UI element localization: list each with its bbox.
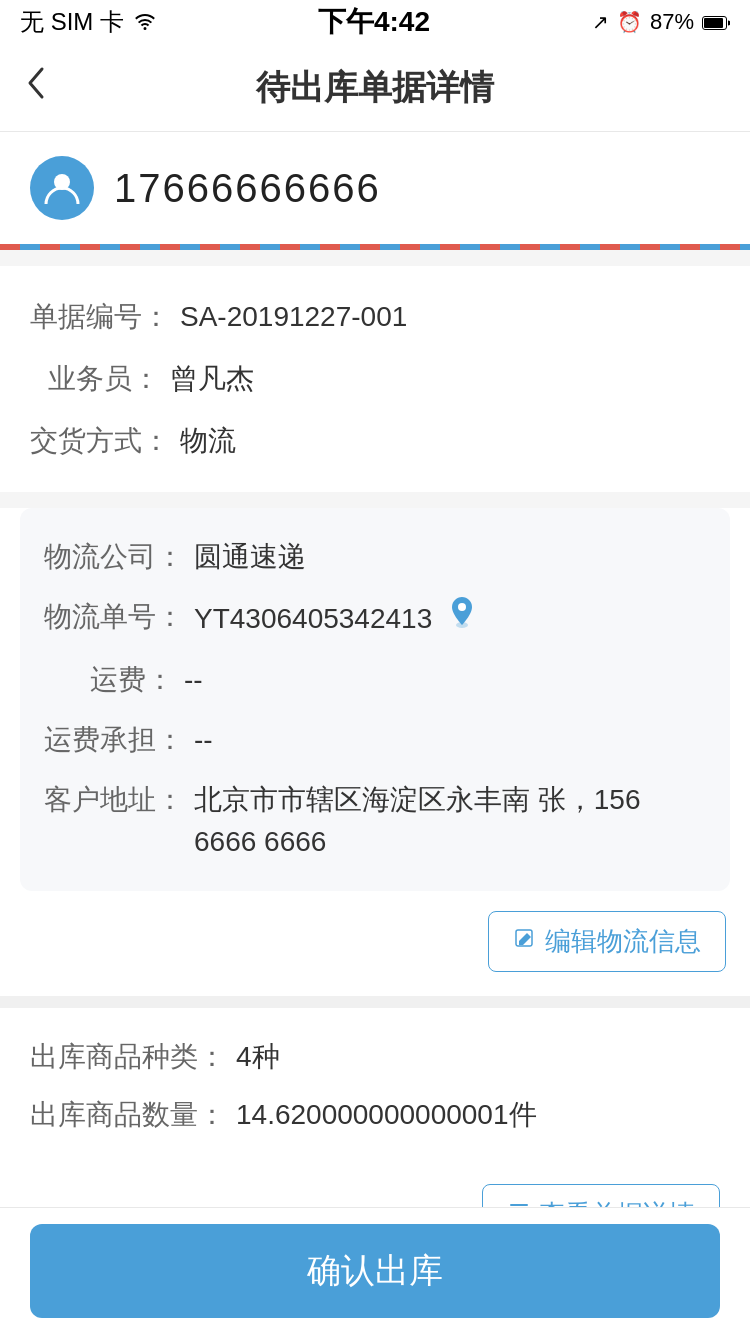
logistics-company-value: 圆通速递 [194, 536, 706, 578]
delivery-label: 交货方式： [30, 420, 170, 462]
nav-bar: 待出库单据详情 [0, 44, 750, 132]
freight-bear-row: 运费承担： -- [44, 719, 706, 761]
battery-icon [702, 8, 730, 36]
confirm-outbound-button[interactable]: 确认出库 [30, 1224, 720, 1318]
goods-section: 出库商品种类： 4种 出库商品数量： 14.620000000000001件 [0, 1008, 750, 1164]
salesman-row: 业务员： 曾凡杰 [30, 358, 720, 400]
goods-quantity-label: 出库商品数量： [30, 1096, 226, 1134]
goods-types-label: 出库商品种类： [30, 1038, 226, 1076]
location-pin-icon[interactable] [448, 596, 476, 641]
edit-logistics-button[interactable]: 编辑物流信息 [488, 911, 726, 972]
goods-quantity-value: 14.620000000000001件 [236, 1096, 720, 1134]
back-button[interactable] [24, 63, 48, 112]
goods-types-row: 出库商品种类： 4种 [30, 1038, 720, 1076]
address-label: 客户地址： [44, 779, 184, 821]
delivery-row: 交货方式： 物流 [30, 420, 720, 462]
dashed-border [0, 244, 750, 250]
salesman-label: 业务员： [30, 358, 160, 400]
logistics-tracking-label: 物流单号： [44, 596, 184, 638]
location-arrow-icon: ↗ [592, 10, 609, 34]
freight-bear-value: -- [194, 719, 706, 761]
status-time: 下午4:42 [318, 3, 430, 41]
order-id-value: SA-20191227-001 [180, 296, 720, 338]
logistics-inner: 物流公司： 圆通速递 物流单号： YT4306405342413 [20, 508, 730, 891]
logistics-card: 物流公司： 圆通速递 物流单号： YT4306405342413 [0, 508, 750, 996]
freight-row: 运费： -- [44, 659, 706, 701]
delivery-value: 物流 [180, 420, 720, 462]
customer-header: 17666666666 [0, 132, 750, 244]
status-right: ↗ ⏰ 87% [592, 8, 730, 36]
goods-types-value: 4种 [236, 1038, 720, 1076]
logistics-company-row: 物流公司： 圆通速递 [44, 536, 706, 578]
order-info-section: 单据编号： SA-20191227-001 业务员： 曾凡杰 交货方式： 物流 [0, 266, 750, 492]
edit-logistics-label: 编辑物流信息 [545, 924, 701, 959]
wifi-icon [134, 8, 156, 36]
avatar [30, 156, 94, 220]
edit-icon [513, 927, 537, 957]
address-row: 客户地址： 北京市市辖区海淀区永丰南 张，156 6666 6666 [44, 779, 706, 863]
svg-rect-1 [704, 18, 723, 28]
logistics-company-label: 物流公司： [44, 536, 184, 578]
svg-rect-6 [510, 1204, 528, 1206]
freight-label: 运费： [44, 659, 174, 701]
carrier-label: 无 SIM 卡 [20, 6, 124, 38]
confirm-btn-wrapper: 确认出库 [0, 1207, 750, 1334]
order-id-row: 单据编号： SA-20191227-001 [30, 296, 720, 338]
order-id-label: 单据编号： [30, 296, 170, 338]
address-value: 北京市市辖区海淀区永丰南 张，156 6666 6666 [194, 779, 706, 863]
goods-quantity-row: 出库商品数量： 14.620000000000001件 [30, 1096, 720, 1134]
freight-value: -- [184, 659, 706, 701]
customer-phone: 17666666666 [114, 166, 381, 211]
logistics-tracking-row: 物流单号： YT4306405342413 [44, 596, 706, 641]
edit-logistics-wrapper: 编辑物流信息 [0, 891, 750, 996]
svg-point-4 [458, 603, 466, 611]
logistics-tracking-value: YT4306405342413 [194, 596, 706, 641]
freight-bear-label: 运费承担： [44, 719, 184, 761]
salesman-value: 曾凡杰 [170, 358, 720, 400]
status-bar: 无 SIM 卡 下午4:42 ↗ ⏰ 87% [0, 0, 750, 44]
section-divider [0, 996, 750, 1008]
page-title: 待出库单据详情 [256, 65, 494, 111]
alarm-icon: ⏰ [617, 10, 642, 34]
battery-percent: 87% [650, 9, 694, 35]
status-left: 无 SIM 卡 [20, 6, 156, 38]
